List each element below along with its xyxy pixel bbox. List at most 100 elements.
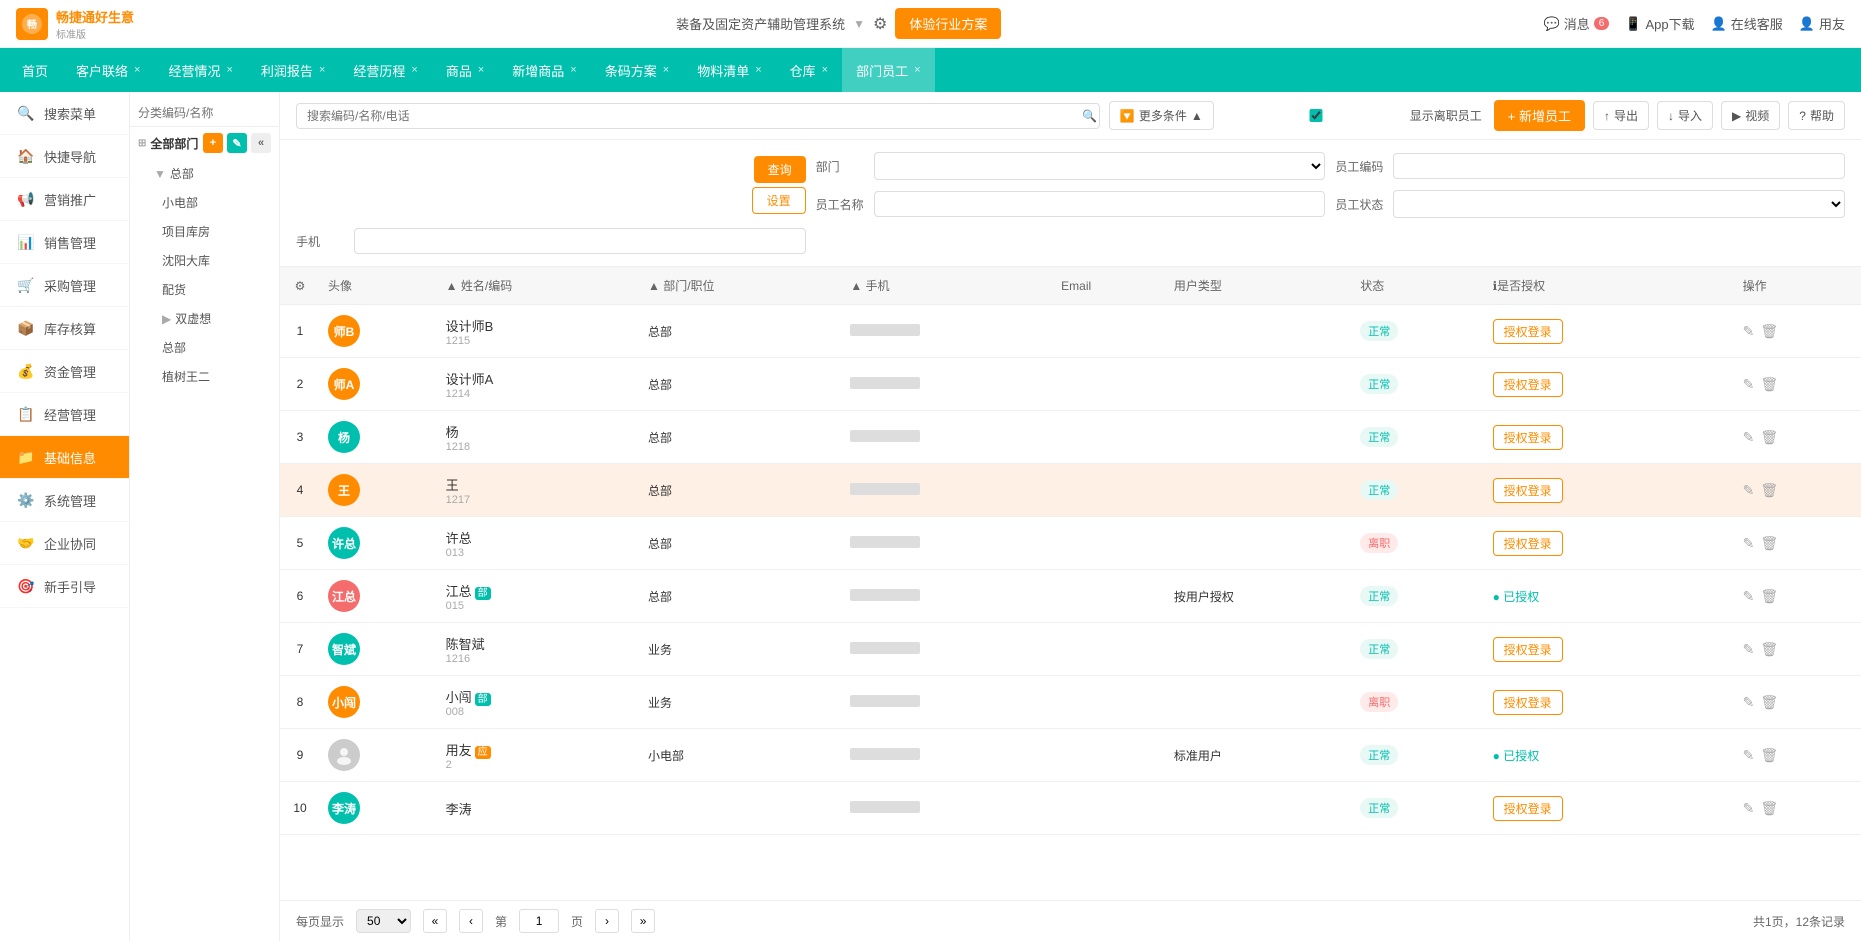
tab-close-profit[interactable]: × [319, 64, 325, 76]
import-button[interactable]: ↓ 导入 [1657, 101, 1713, 130]
tab-goods[interactable]: 商品× [432, 48, 498, 92]
query-button[interactable]: 查询 [754, 156, 806, 183]
edit-button[interactable]: ✎ [1743, 429, 1755, 446]
tab-profit[interactable]: 利润报告× [247, 48, 339, 92]
sidebar-item-marketing[interactable]: 📢 营销推广 [0, 178, 129, 221]
delete-button[interactable]: 🗑 [1760, 482, 1778, 499]
tree-item-zhishu[interactable]: 植树王二 [130, 362, 279, 391]
help-button[interactable]: ? 帮助 [1788, 101, 1845, 130]
delete-button[interactable]: 🗑 [1760, 588, 1778, 605]
tab-customer[interactable]: 客户联络× [62, 48, 154, 92]
sidebar-item-system[interactable]: ⚙️ 系统管理 [0, 479, 129, 522]
sidebar-item-basic[interactable]: 📁 基础信息 [0, 436, 129, 479]
tree-item-shenyang[interactable]: 沈阳大库 [130, 246, 279, 275]
sidebar-item-guide[interactable]: 🎯 新手引导 [0, 565, 129, 608]
edit-button[interactable]: ✎ [1743, 800, 1755, 817]
next-page-button[interactable]: › [595, 909, 619, 933]
tab-close-barcode[interactable]: × [663, 64, 669, 76]
emp-code-input[interactable] [1393, 153, 1845, 179]
tab-close-new-goods[interactable]: × [570, 64, 576, 76]
tab-new-goods[interactable]: 新增商品× [498, 48, 590, 92]
auth-button[interactable]: 授权登录 [1493, 478, 1563, 503]
show-resigned-checkbox[interactable] [1226, 109, 1406, 122]
sidebar-item-collab[interactable]: 🤝 企业协同 [0, 522, 129, 565]
tree-item-shuangxu[interactable]: ▶ 双虚想 [130, 304, 279, 333]
user-menu-button[interactable]: 👤 用友 [1799, 14, 1845, 33]
online-service-button[interactable]: 👤 在线客服 [1711, 14, 1783, 33]
tree-item-zongbu[interactable]: ▼ 总部 [130, 159, 279, 188]
edit-button[interactable]: ✎ [1743, 694, 1755, 711]
dept-collapse-button[interactable]: « [251, 133, 271, 153]
tree-item-zongbu2[interactable]: 总部 [130, 333, 279, 362]
tab-close-operation[interactable]: × [226, 64, 232, 76]
setting-button[interactable]: 设置 [752, 187, 806, 214]
tab-close-history[interactable]: × [411, 64, 417, 76]
last-page-button[interactable]: » [631, 909, 655, 933]
auth-button[interactable]: 授权登录 [1493, 690, 1563, 715]
auth-button[interactable]: 授权登录 [1493, 425, 1563, 450]
add-employee-button[interactable]: + 新增员工 [1494, 100, 1585, 131]
edit-button[interactable]: ✎ [1743, 323, 1755, 340]
auth-button[interactable]: 授权登录 [1493, 319, 1563, 344]
try-plan-button[interactable]: 体验行业方案 [895, 8, 1001, 39]
video-button[interactable]: ▶ 视频 [1721, 101, 1780, 130]
tab-close-goods[interactable]: × [478, 64, 484, 76]
tab-close-customer[interactable]: × [134, 64, 140, 76]
sidebar-item-business[interactable]: 📋 经营管理 [0, 393, 129, 436]
phone-input[interactable] [354, 228, 806, 254]
message-button[interactable]: 💬 消息 6 [1544, 14, 1610, 33]
delete-button[interactable]: 🗑 [1760, 800, 1778, 817]
sys-title-arrow[interactable]: ▼ [853, 17, 865, 31]
col-settings[interactable]: ⚙ [280, 267, 320, 305]
edit-button[interactable]: ✎ [1743, 747, 1755, 764]
tab-home[interactable]: 首页 [8, 48, 62, 92]
auth-button[interactable]: 授权登录 [1493, 796, 1563, 821]
edit-button[interactable]: ✎ [1743, 588, 1755, 605]
dept-add-button[interactable]: + [203, 133, 223, 153]
dept-edit-button[interactable]: ✎ [227, 133, 247, 153]
tree-item-xiaodian[interactable]: 小电部 [130, 188, 279, 217]
tab-bom[interactable]: 物料清单× [683, 48, 775, 92]
dept-filter-select[interactable] [874, 152, 1326, 180]
tab-warehouse[interactable]: 仓库× [776, 48, 842, 92]
page-size-select[interactable]: 10 20 50 100 [356, 909, 411, 933]
dept-search-input[interactable] [138, 106, 280, 120]
tab-close-dept[interactable]: × [914, 64, 920, 76]
delete-button[interactable]: 🗑 [1760, 535, 1778, 552]
tree-item-project[interactable]: 项目库房 [130, 217, 279, 246]
delete-button[interactable]: 🗑 [1760, 429, 1778, 446]
sidebar-item-sales[interactable]: 📊 销售管理 [0, 221, 129, 264]
app-download-button[interactable]: 📱 App下载 [1625, 14, 1694, 33]
delete-button[interactable]: 🗑 [1760, 694, 1778, 711]
search-input[interactable] [296, 103, 1100, 129]
delete-button[interactable]: 🗑 [1760, 641, 1778, 658]
emp-status-select[interactable] [1393, 190, 1845, 218]
tab-dept-employee[interactable]: 部门员工× [842, 48, 934, 92]
settings-button[interactable]: ⚙ [873, 14, 887, 34]
tree-item-peihuo[interactable]: 配货 [130, 275, 279, 304]
delete-button[interactable]: 🗑 [1760, 747, 1778, 764]
sidebar-item-inventory[interactable]: 📦 库存核算 [0, 307, 129, 350]
auth-button[interactable]: 授权登录 [1493, 372, 1563, 397]
sidebar-item-search[interactable]: 🔍 搜索菜单 [0, 92, 129, 135]
tab-close-bom[interactable]: × [755, 64, 761, 76]
col-dept[interactable]: ▲ 部门/职位 [640, 267, 842, 305]
edit-button[interactable]: ✎ [1743, 376, 1755, 393]
prev-page-button[interactable]: ‹ [459, 909, 483, 933]
delete-button[interactable]: 🗑 [1760, 323, 1778, 340]
edit-button[interactable]: ✎ [1743, 482, 1755, 499]
tab-history[interactable]: 经营历程× [339, 48, 431, 92]
tab-operation[interactable]: 经营情况× [154, 48, 246, 92]
page-number-input[interactable] [519, 909, 559, 933]
tab-barcode[interactable]: 条码方案× [591, 48, 683, 92]
emp-name-input[interactable] [874, 191, 1326, 217]
tab-close-warehouse[interactable]: × [822, 64, 828, 76]
auth-button[interactable]: 授权登录 [1493, 637, 1563, 662]
first-page-button[interactable]: « [423, 909, 447, 933]
more-conditions-button[interactable]: 🔽 更多条件 ▲ [1109, 101, 1214, 130]
sidebar-item-purchase[interactable]: 🛒 采购管理 [0, 264, 129, 307]
sidebar-item-finance[interactable]: 💰 资金管理 [0, 350, 129, 393]
delete-button[interactable]: 🗑 [1760, 376, 1778, 393]
col-phone[interactable]: ▲ 手机 [842, 267, 1053, 305]
auth-button[interactable]: 授权登录 [1493, 531, 1563, 556]
